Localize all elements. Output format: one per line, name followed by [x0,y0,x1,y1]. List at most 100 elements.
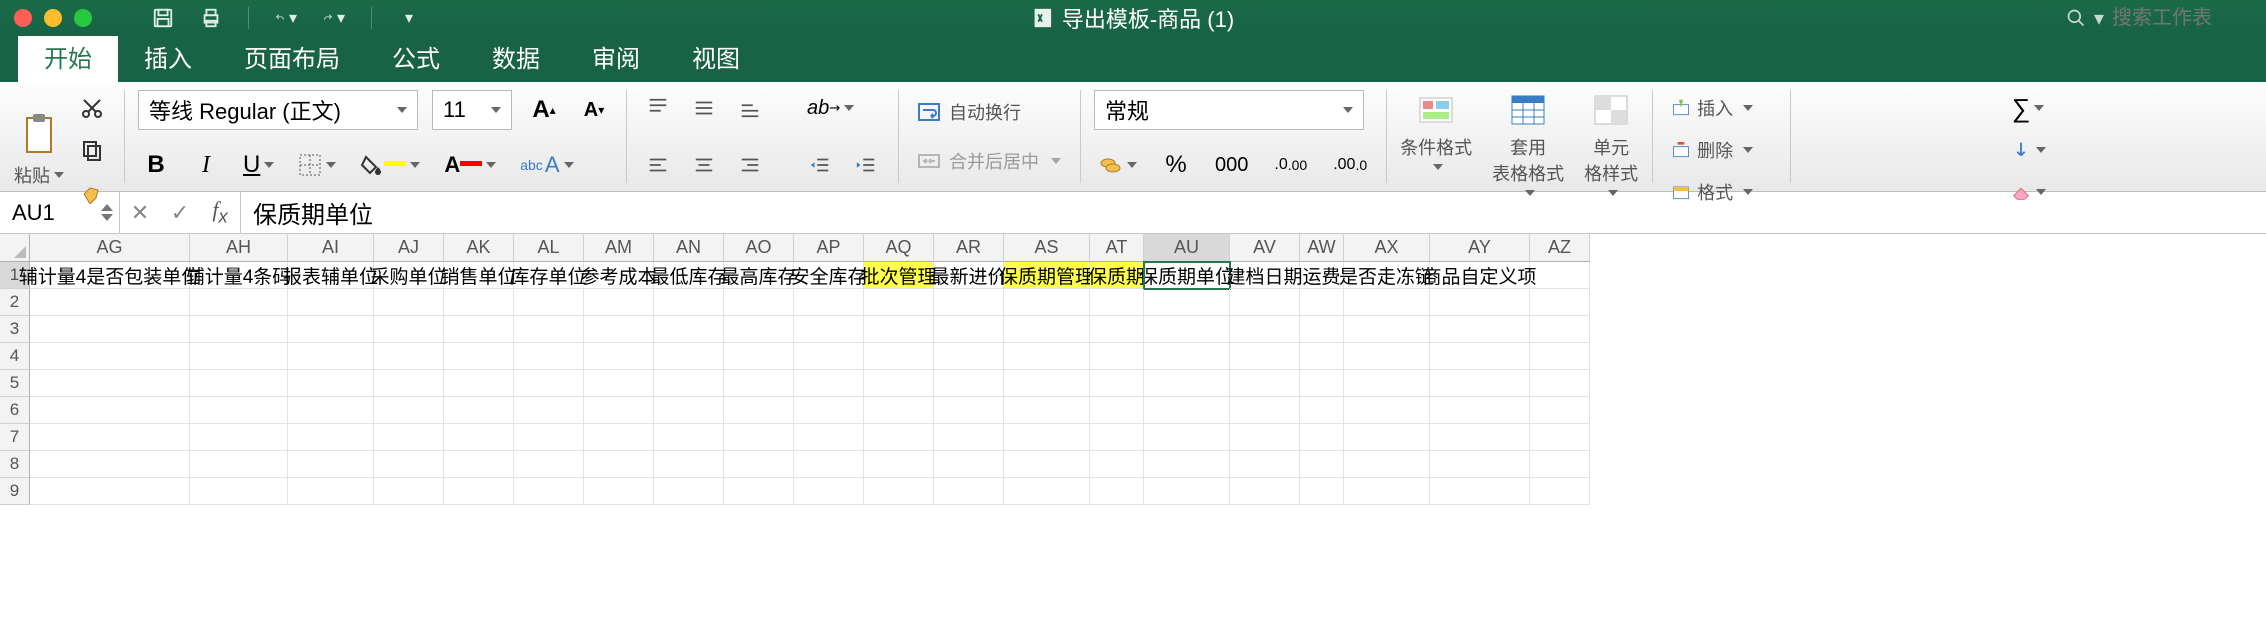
cell-AP4[interactable] [794,343,864,370]
cell-AN6[interactable] [654,397,724,424]
cell-AN3[interactable] [654,316,724,343]
row-header-5[interactable]: 5 [0,370,30,397]
col-header-AV[interactable]: AV [1230,234,1300,262]
cell-AV9[interactable] [1230,478,1300,505]
cell-AT1[interactable]: 保质期 [1090,262,1144,289]
cell-AR7[interactable] [934,424,1004,451]
align-center-button[interactable] [686,147,722,183]
cell-AR5[interactable] [934,370,1004,397]
col-header-AT[interactable]: AT [1090,234,1144,262]
cell-AI5[interactable] [288,370,374,397]
row-header-7[interactable]: 7 [0,424,30,451]
cell-AI8[interactable] [288,451,374,478]
cell-AP6[interactable] [794,397,864,424]
cell-AS5[interactable] [1004,370,1090,397]
cell-AU4[interactable] [1144,343,1230,370]
cell-AW8[interactable] [1300,451,1344,478]
cell-AG7[interactable] [30,424,190,451]
cell-AG2[interactable] [30,289,190,316]
cell-AG5[interactable] [30,370,190,397]
cell-AY6[interactable] [1430,397,1530,424]
cell-AJ9[interactable] [374,478,444,505]
cell-AQ2[interactable] [864,289,934,316]
cell-AN1[interactable]: 最低库存 [654,262,724,289]
qat-customize-icon[interactable]: ▾ [398,7,420,29]
cell-AK1[interactable]: 销售单位 [444,262,514,289]
save-icon[interactable] [152,7,174,29]
search-area[interactable]: ▾ [2066,6,2252,31]
merge-center-button[interactable]: 合并后居中 [912,143,1066,179]
cell-AT3[interactable] [1090,316,1144,343]
cell-AO5[interactable] [724,370,794,397]
cell-AH6[interactable] [190,397,288,424]
col-header-AZ[interactable]: AZ [1530,234,1590,262]
cell-AU5[interactable] [1144,370,1230,397]
cell-AP9[interactable] [794,478,864,505]
fill-button[interactable] [1804,132,2252,168]
cell-AO1[interactable]: 最高库存 [724,262,794,289]
cell-AX9[interactable] [1344,478,1430,505]
cell-AM3[interactable] [584,316,654,343]
row-header-2[interactable]: 2 [0,289,30,316]
cell-AJ1[interactable]: 采购单位 [374,262,444,289]
cell-AI7[interactable] [288,424,374,451]
cell-AK9[interactable] [444,478,514,505]
decrease-indent-button[interactable] [802,147,838,183]
cell-AT2[interactable] [1090,289,1144,316]
cell-AQ1[interactable]: 批次管理 [864,262,934,289]
cell-AL7[interactable] [514,424,584,451]
cell-AR3[interactable] [934,316,1004,343]
tab-公式[interactable]: 公式 [366,31,466,82]
cell-AH2[interactable] [190,289,288,316]
copy-button[interactable] [74,132,110,168]
cell-AV5[interactable] [1230,370,1300,397]
cell-AZ7[interactable] [1530,424,1590,451]
currency-button[interactable] [1094,147,1142,183]
cell-AL3[interactable] [514,316,584,343]
cell-AU7[interactable] [1144,424,1230,451]
increase-indent-button[interactable] [848,147,884,183]
cell-AO9[interactable] [724,478,794,505]
cell-AU2[interactable] [1144,289,1230,316]
cell-AT5[interactable] [1090,370,1144,397]
cell-AY3[interactable] [1430,316,1530,343]
delete-cells-button[interactable]: 删除 [1666,132,1776,168]
cell-AJ4[interactable] [374,343,444,370]
bold-button[interactable]: B [138,147,174,183]
cell-AZ1[interactable] [1530,262,1590,289]
cell-AU1[interactable]: 保质期单位 [1144,262,1230,289]
cell-AS2[interactable] [1004,289,1090,316]
comma-button[interactable]: 000 [1210,147,1253,183]
cell-AK2[interactable] [444,289,514,316]
cell-AO2[interactable] [724,289,794,316]
decrease-decimal-button[interactable]: .00.0 [1328,147,1372,183]
col-header-AK[interactable]: AK [444,234,514,262]
paste-button[interactable]: 粘贴 [14,112,64,188]
cell-AR4[interactable] [934,343,1004,370]
cell-AL2[interactable] [514,289,584,316]
cell-AH1[interactable]: 辅计量4条码 [190,262,288,289]
font-size-combo[interactable]: 11 [432,90,512,130]
cell-AO7[interactable] [724,424,794,451]
cell-AQ5[interactable] [864,370,934,397]
phonetic-button[interactable]: abcA [515,147,578,183]
cell-AQ3[interactable] [864,316,934,343]
cell-AX3[interactable] [1344,316,1430,343]
italic-button[interactable]: I [188,147,224,183]
cell-AG1[interactable]: 辅计量4是否包装单位 [30,262,190,289]
cell-AM5[interactable] [584,370,654,397]
cell-AI3[interactable] [288,316,374,343]
number-format-combo[interactable]: 常规 [1094,90,1364,130]
font-color-button[interactable]: A [439,147,501,183]
select-all-corner[interactable] [0,234,30,262]
cell-AH9[interactable] [190,478,288,505]
cell-AL6[interactable] [514,397,584,424]
align-top-button[interactable] [640,90,676,126]
cell-AM1[interactable]: 参考成本 [584,262,654,289]
cell-AM8[interactable] [584,451,654,478]
print-icon[interactable] [200,7,222,29]
row-header-4[interactable]: 4 [0,343,30,370]
cell-AM9[interactable] [584,478,654,505]
align-right-button[interactable] [732,147,768,183]
row-header-6[interactable]: 6 [0,397,30,424]
